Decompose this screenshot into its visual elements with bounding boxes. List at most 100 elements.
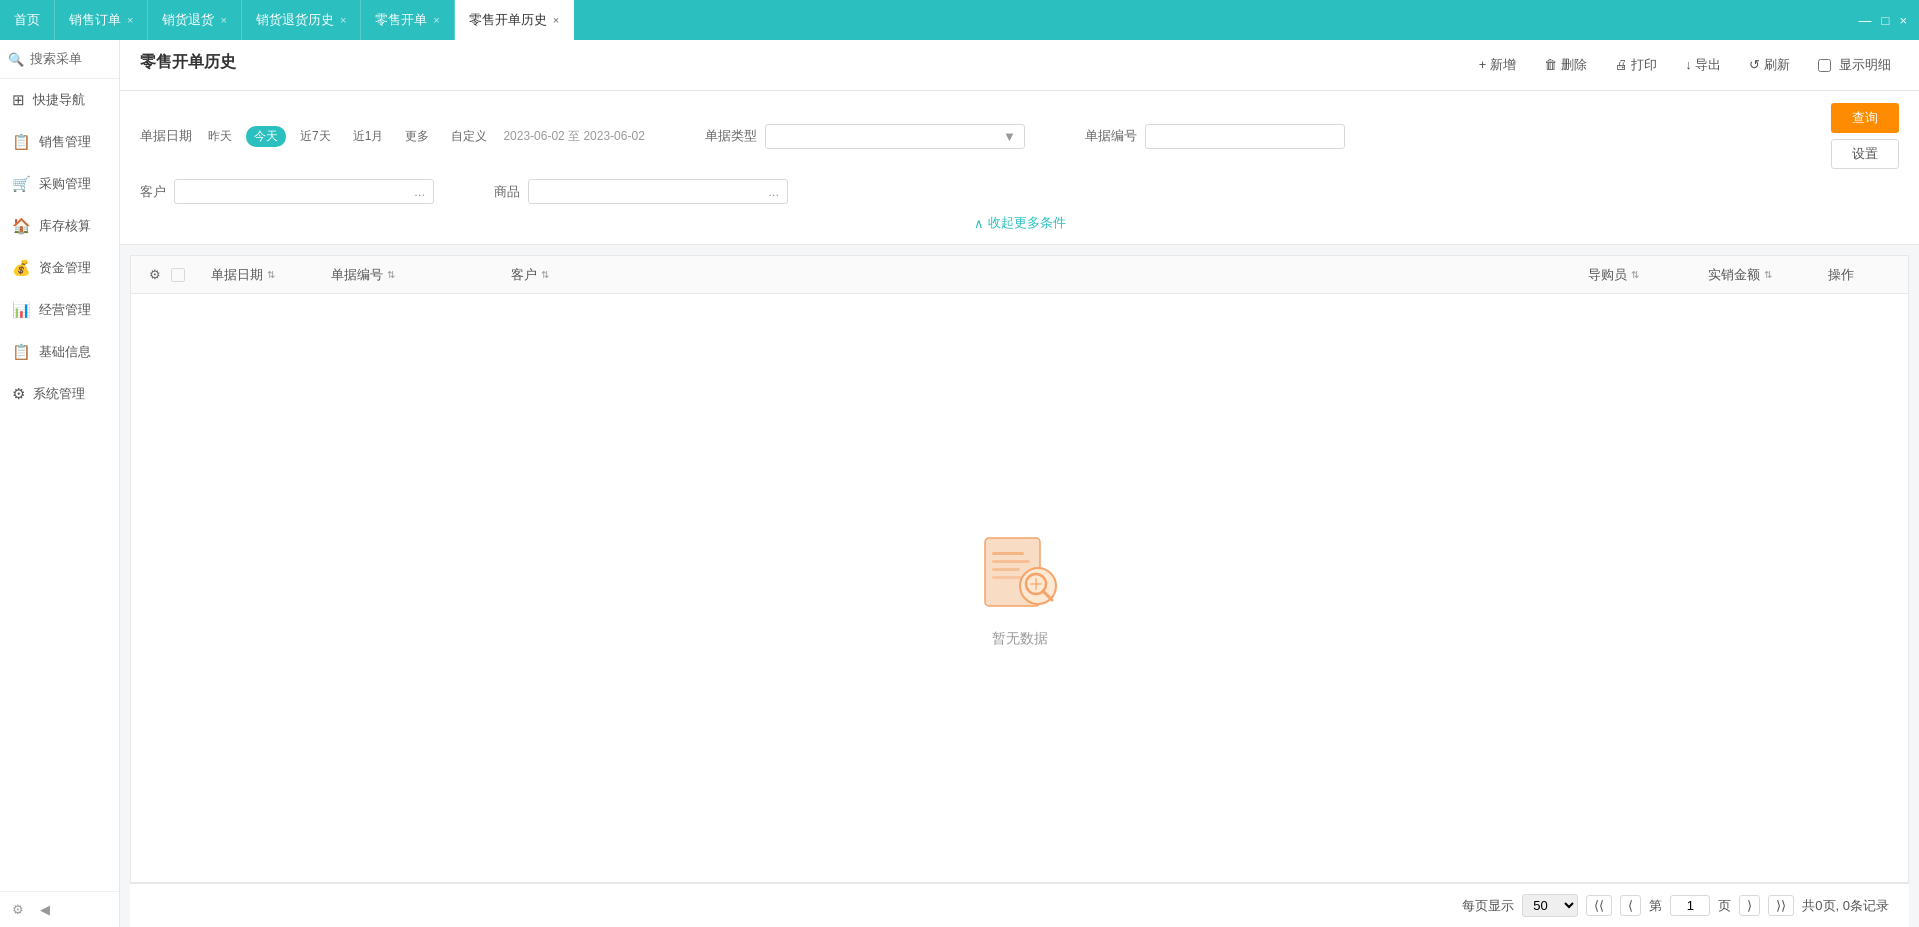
date-range: 2023-06-02 至 2023-06-02	[503, 128, 644, 145]
col-customer-sort[interactable]: ⇅	[541, 269, 549, 280]
sidebar-item-label: 快捷导航	[33, 91, 85, 109]
doc-type-label: 单据类型	[705, 127, 757, 145]
date-option-today[interactable]: 今天	[246, 126, 286, 147]
nav-tab-sales-order[interactable]: 销售订单×	[55, 0, 148, 40]
tab-close-retail-open[interactable]: ×	[433, 14, 439, 26]
per-page-select[interactable]: 10 20 50 100	[1522, 894, 1578, 917]
purchase-icon: 🛒	[12, 175, 31, 193]
date-option-7days[interactable]: 近7天	[292, 126, 339, 147]
delete-button[interactable]: 🗑 删除	[1536, 52, 1595, 78]
add-button[interactable]: + 新增	[1471, 52, 1524, 78]
finance-icon: 💰	[12, 259, 31, 277]
date-option-1month[interactable]: 近1月	[345, 126, 392, 147]
sidebar-item-finance[interactable]: 💰 资金管理	[0, 247, 119, 289]
prev-page-btn[interactable]: ⟨	[1620, 895, 1641, 916]
sidebar-item-inventory[interactable]: 🏠 库存核算	[0, 205, 119, 247]
minimize-btn[interactable]: —	[1859, 13, 1872, 28]
toolbar: + 新增 🗑 删除 🖨 打印 ↓ 导出 ↺ 刷新 显示明细	[1471, 52, 1899, 90]
customer-input[interactable]: ...	[174, 179, 434, 204]
collapse-arrow: ∧	[974, 216, 984, 231]
page-title: 零售开单历史	[140, 52, 236, 85]
sidebar-collapse-icon[interactable]: ◀	[40, 902, 50, 917]
doc-num-filter: 单据编号	[1085, 124, 1345, 149]
inventory-icon: 🏠	[12, 217, 31, 235]
col-date-label: 单据日期	[211, 266, 263, 284]
display-checkbox[interactable]	[1818, 59, 1831, 72]
collapse-button[interactable]: ∧ 收起更多条件	[140, 214, 1899, 232]
system-icon: ⚙	[12, 385, 25, 403]
tab-close-sales-return-history[interactable]: ×	[340, 14, 346, 26]
doc-type-arrow: ▼	[1003, 129, 1016, 144]
sidebar-item-purchase[interactable]: 🛒 采购管理	[0, 163, 119, 205]
sidebar-bottom: ⚙ ◀	[0, 891, 119, 927]
tab-close-sales-order[interactable]: ×	[127, 14, 133, 26]
col-num: 单据编号 ⇅	[323, 266, 503, 284]
goods-input[interactable]: ...	[528, 179, 788, 204]
top-nav-bar: 首页销售订单×销货退货×销货退货历史×零售开单×零售开单历史× — □ ×	[0, 0, 1919, 40]
col-num-sort[interactable]: ⇅	[387, 269, 395, 280]
close-btn[interactable]: ×	[1899, 13, 1907, 28]
sidebar-item-operations[interactable]: 📊 经营管理	[0, 289, 119, 331]
sidebar-item-system[interactable]: ⚙ 系统管理	[0, 373, 119, 415]
sidebar-item-label: 库存核算	[39, 217, 91, 235]
sidebar-item-sales[interactable]: 📋 销售管理	[0, 121, 119, 163]
doc-type-select[interactable]: ▼	[765, 124, 1025, 149]
date-option-yesterday[interactable]: 昨天	[200, 126, 240, 147]
doc-type-filter: 单据类型 ▼	[705, 124, 1025, 149]
col-amount: 实销金额 ⇅	[1700, 266, 1820, 284]
query-button[interactable]: 查询	[1831, 103, 1899, 133]
sidebar-search-label: 搜索采单	[30, 50, 82, 68]
sidebar-settings-icon[interactable]: ⚙	[12, 902, 24, 917]
customer-filter: 客户 ...	[140, 179, 434, 204]
doc-num-input[interactable]	[1145, 124, 1345, 149]
sidebar-item-basic-info[interactable]: 📋 基础信息	[0, 331, 119, 373]
nav-tabs: 首页销售订单×销货退货×销货退货历史×零售开单×零售开单历史×	[0, 0, 1859, 40]
last-page-btn[interactable]: ⟩⟩	[1768, 895, 1794, 916]
table-select-all[interactable]	[171, 268, 203, 282]
col-guide-sort[interactable]: ⇅	[1631, 269, 1639, 280]
table-settings-icon[interactable]: ⚙	[139, 267, 171, 282]
window-controls: — □ ×	[1859, 13, 1919, 28]
sidebar-search[interactable]: 🔍 搜索采单	[0, 40, 119, 79]
page-header: 零售开单历史 + 新增 🗑 删除 🖨 打印 ↓ 导出 ↺ 刷新 显示明细	[120, 40, 1919, 91]
basic-info-icon: 📋	[12, 343, 31, 361]
display-label: 显示明细	[1839, 56, 1891, 74]
sidebar-item-label: 系统管理	[33, 385, 85, 403]
nav-tab-sales-return-history[interactable]: 销货退货历史×	[242, 0, 361, 40]
operations-icon: 📊	[12, 301, 31, 319]
export-button[interactable]: ↓ 导出	[1677, 52, 1729, 78]
col-action: 操作	[1820, 266, 1900, 284]
restore-btn[interactable]: □	[1882, 13, 1890, 28]
next-page-btn[interactable]: ⟩	[1739, 895, 1760, 916]
col-guide-label: 导购员	[1588, 266, 1627, 284]
tab-close-retail-open-history[interactable]: ×	[553, 14, 559, 26]
col-action-label: 操作	[1828, 266, 1854, 284]
print-button[interactable]: 🖨 打印	[1607, 52, 1666, 78]
tab-close-sales-return[interactable]: ×	[220, 14, 226, 26]
refresh-button[interactable]: ↺ 刷新	[1741, 52, 1798, 78]
nav-tab-retail-open-history[interactable]: 零售开单历史×	[455, 0, 574, 40]
filter-settings-button[interactable]: 设置	[1831, 139, 1899, 169]
date-option-more[interactable]: 更多	[397, 126, 437, 147]
date-option-custom[interactable]: 自定义	[443, 126, 495, 147]
display-button[interactable]: 显示明细	[1810, 52, 1899, 78]
svg-rect-3	[992, 568, 1020, 571]
select-all-checkbox[interactable]	[171, 268, 185, 282]
col-amount-sort[interactable]: ⇅	[1764, 269, 1772, 280]
pagination: 每页显示 10 20 50 100 ⟨⟨ ⟨ 第 页 ⟩ ⟩⟩ 共0页, 0条记…	[130, 883, 1909, 927]
sidebar-item-label: 采购管理	[39, 175, 91, 193]
sidebar-item-quick-nav[interactable]: ⊞ 快捷导航	[0, 79, 119, 121]
sidebar-item-label: 资金管理	[39, 259, 91, 277]
nav-tab-sales-return[interactable]: 销货退货×	[148, 0, 241, 40]
page-input[interactable]	[1670, 895, 1710, 916]
date-options: 昨天 今天 近7天 近1月 更多 自定义	[200, 126, 495, 147]
col-date-sort[interactable]: ⇅	[267, 269, 275, 280]
filter-row-2: 客户 ... 商品 ...	[140, 179, 1899, 204]
customer-label: 客户	[140, 183, 166, 201]
empty-state: 暂无数据	[131, 294, 1908, 882]
quick-nav-icon: ⊞	[12, 91, 25, 109]
nav-tab-retail-open[interactable]: 零售开单×	[361, 0, 454, 40]
date-label: 单据日期	[140, 127, 192, 145]
nav-tab-home[interactable]: 首页	[0, 0, 55, 40]
first-page-btn[interactable]: ⟨⟨	[1586, 895, 1612, 916]
